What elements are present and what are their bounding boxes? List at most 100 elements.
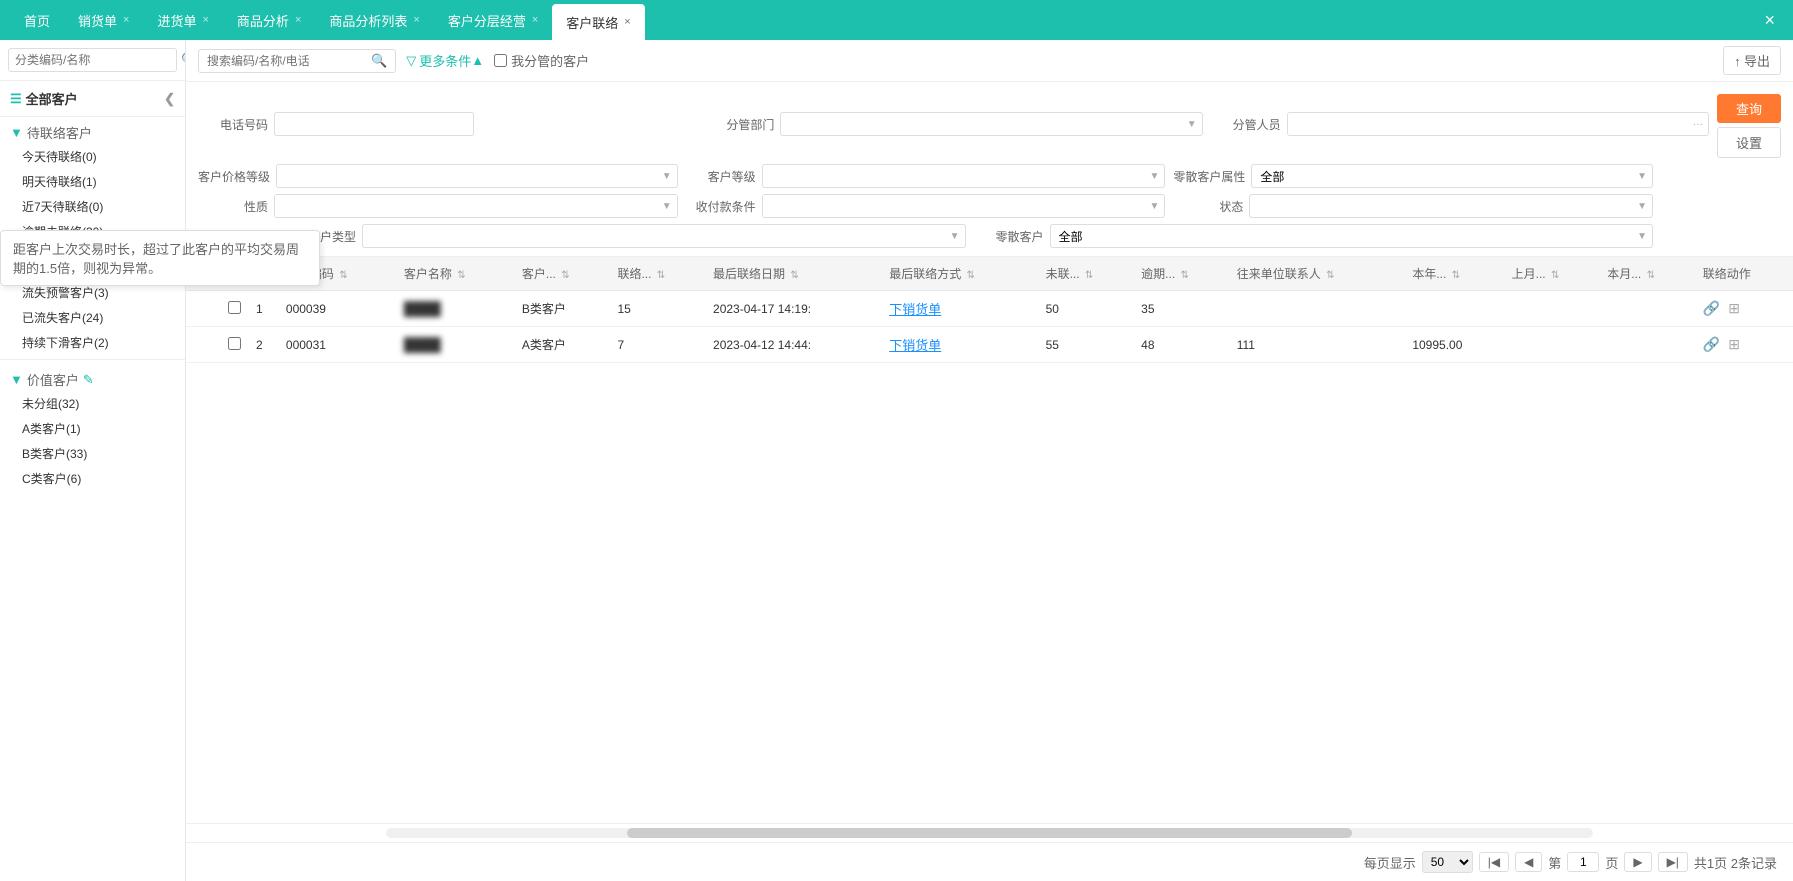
th-this-year[interactable]: 本年... ⇅ xyxy=(1406,257,1505,291)
price-level-select[interactable] xyxy=(276,164,678,188)
nav-tab-analysis-list[interactable]: 商品分析列表 × xyxy=(315,0,433,40)
td-customer-code: 000039 xyxy=(280,291,398,327)
dept-select[interactable] xyxy=(780,112,1202,136)
td-checkbox[interactable] xyxy=(218,291,250,327)
window-close-button[interactable]: × xyxy=(1756,10,1783,31)
sidebar-item-class-b[interactable]: B类客户(33) xyxy=(0,441,185,466)
query-button[interactable]: 查询 xyxy=(1717,94,1781,123)
sidebar-all-customers[interactable]: ☰ 全部客户 ❮ xyxy=(0,81,185,117)
more-conditions-button[interactable]: ▽ 更多条件 ▲ xyxy=(406,51,484,70)
th-customer-name[interactable]: 客户名称 ⇅ xyxy=(398,257,516,291)
main-search-input[interactable] xyxy=(207,54,367,68)
edit-icon[interactable]: ✎ xyxy=(83,372,94,388)
prev-page-button[interactable]: ◀ xyxy=(1515,852,1542,872)
td-last-contact-method[interactable]: 下销货单 xyxy=(883,291,1039,327)
phone-input[interactable] xyxy=(274,112,474,136)
horizontal-scrollbar[interactable] xyxy=(386,828,1593,838)
td-this-month xyxy=(1601,327,1697,363)
scrollbar-thumb[interactable] xyxy=(627,828,1351,838)
row-checkbox[interactable] xyxy=(228,301,241,314)
th-last-contact-date[interactable]: 最后联络日期 ⇅ xyxy=(707,257,883,291)
first-page-button[interactable]: |◀ xyxy=(1479,852,1509,872)
last-page-button[interactable]: ▶| xyxy=(1658,852,1688,872)
td-contact-count: 7 xyxy=(611,327,707,363)
th-contact-count[interactable]: 联络... ⇅ xyxy=(611,257,707,291)
customer-level-select[interactable] xyxy=(762,164,1166,188)
total-records: 共1页 2条记录 xyxy=(1694,853,1777,872)
close-icon[interactable]: × xyxy=(413,14,419,26)
nav-tab-customer-contact[interactable]: 客户联络 × xyxy=(552,4,644,40)
close-icon[interactable]: × xyxy=(123,14,129,26)
status-select[interactable] xyxy=(1249,194,1653,218)
setting-button[interactable]: 设置 xyxy=(1717,127,1781,158)
td-last-contact-method[interactable]: 下销货单 xyxy=(883,327,1039,363)
nav-tab-home[interactable]: 首页 xyxy=(10,0,64,40)
sidebar-item-declining[interactable]: 持续下滑客户(2) xyxy=(0,330,185,355)
nav-tab-customer-segment[interactable]: 客户分层经营 × xyxy=(434,0,552,40)
th-last-month[interactable]: 上月... ⇅ xyxy=(1506,257,1602,291)
sidebar-item-tomorrow[interactable]: 明天待联络(1) xyxy=(0,169,185,194)
tooltip-box: 距客户上次交易时长，超过了此客户的平均交易周期的1.5倍，则视为异常。 xyxy=(0,230,320,286)
status-select-wrap: ▼ xyxy=(1249,194,1653,218)
payment-select[interactable] xyxy=(762,194,1166,218)
page-number-input[interactable] xyxy=(1567,852,1599,872)
close-icon[interactable]: × xyxy=(532,14,538,26)
th-past-contacts[interactable]: 往来单位联系人 ⇅ xyxy=(1231,257,1407,291)
td-past-contacts xyxy=(1231,291,1407,327)
th-overdue[interactable]: 逾期... ⇅ xyxy=(1135,257,1231,291)
my-customers-checkbox[interactable]: 我分管的客户 xyxy=(494,51,589,70)
nav-tab-sales[interactable]: 销货单 × xyxy=(64,0,143,40)
td-index: 1 xyxy=(250,291,280,327)
sidebar-item-7days[interactable]: 近7天待联络(0) xyxy=(0,194,185,219)
row-checkbox[interactable] xyxy=(228,337,241,350)
sidebar-item-class-c[interactable]: C类客户(6) xyxy=(0,466,185,491)
sidebar-item-today[interactable]: 今天待联络(0) xyxy=(0,144,185,169)
price-level-label: 客户价格等级 xyxy=(198,168,270,185)
customer-type-select[interactable] xyxy=(362,224,966,248)
td-customer-code: 000031 xyxy=(280,327,398,363)
sidebar-item-churned[interactable]: 已流失客户(24) xyxy=(0,305,185,330)
filter-status: 状态 ▼ xyxy=(1173,194,1653,218)
sidebar-search-input[interactable] xyxy=(8,48,177,72)
sidebar-pending-group[interactable]: ▼ 待联络客户 xyxy=(0,117,185,144)
th-this-month[interactable]: 本月... ⇅ xyxy=(1601,257,1697,291)
export-button[interactable]: ↑ 导出 xyxy=(1723,46,1781,75)
th-customer-level[interactable]: 客户... ⇅ xyxy=(516,257,612,291)
filter-customer-type: 客户类型 ▼ xyxy=(286,224,966,248)
retail-customer-select[interactable] xyxy=(1050,224,1654,248)
per-page-select[interactable]: 50 100 200 xyxy=(1422,851,1473,873)
person-select-wrap: ··· xyxy=(1287,112,1709,136)
filter-row-1: 电话号码 分管部门 ▼ 分管人员 ··· xyxy=(198,90,1781,158)
action-grid-icon[interactable]: ⊞ xyxy=(1728,336,1740,353)
person-select[interactable] xyxy=(1287,112,1709,136)
nav-tab-analysis[interactable]: 商品分析 × xyxy=(223,0,315,40)
close-icon[interactable]: × xyxy=(624,16,630,28)
nav-tab-purchase[interactable]: 进货单 × xyxy=(143,0,222,40)
next-page-button[interactable]: ▶ xyxy=(1624,852,1651,872)
filter-person: 分管人员 ··· xyxy=(1211,112,1709,136)
action-link-icon[interactable]: 🔗 xyxy=(1703,336,1720,353)
sidebar-value-group[interactable]: ▼ 价值客户 ✎ xyxy=(0,364,185,391)
collapse-icon[interactable]: ❮ xyxy=(164,91,175,107)
search-icon[interactable]: 🔍 xyxy=(371,53,387,69)
sidebar-search-area: 🔍 xyxy=(0,40,185,81)
action-link-icon[interactable]: 🔗 xyxy=(1703,300,1720,317)
th-uncontacted[interactable]: 未联... ⇅ xyxy=(1040,257,1136,291)
filter-bar: 🔍 ▽ 更多条件 ▲ 我分管的客户 ↑ 导出 xyxy=(186,40,1793,82)
th-last-contact-method[interactable]: 最后联络方式 ⇅ xyxy=(883,257,1039,291)
sidebar-item-ungrouped[interactable]: 未分组(32) xyxy=(0,391,185,416)
gender-select[interactable] xyxy=(274,194,678,218)
td-checkbox[interactable] xyxy=(218,327,250,363)
my-customers-checkbox-input[interactable] xyxy=(494,54,507,67)
close-icon[interactable]: × xyxy=(202,14,208,26)
action-grid-icon[interactable]: ⊞ xyxy=(1728,300,1740,317)
retail-attr-label: 零散客户属性 xyxy=(1173,168,1245,185)
sidebar-item-class-a[interactable]: A类客户(1) xyxy=(0,416,185,441)
person-label: 分管人员 xyxy=(1211,116,1281,133)
customer-level-label: 客户等级 xyxy=(686,168,756,185)
td-uncontacted: 50 xyxy=(1040,291,1136,327)
retail-attr-select[interactable] xyxy=(1251,164,1653,188)
close-icon[interactable]: × xyxy=(295,14,301,26)
filter-bar-right: ↑ 导出 xyxy=(1723,46,1781,75)
td-settings xyxy=(186,327,218,363)
